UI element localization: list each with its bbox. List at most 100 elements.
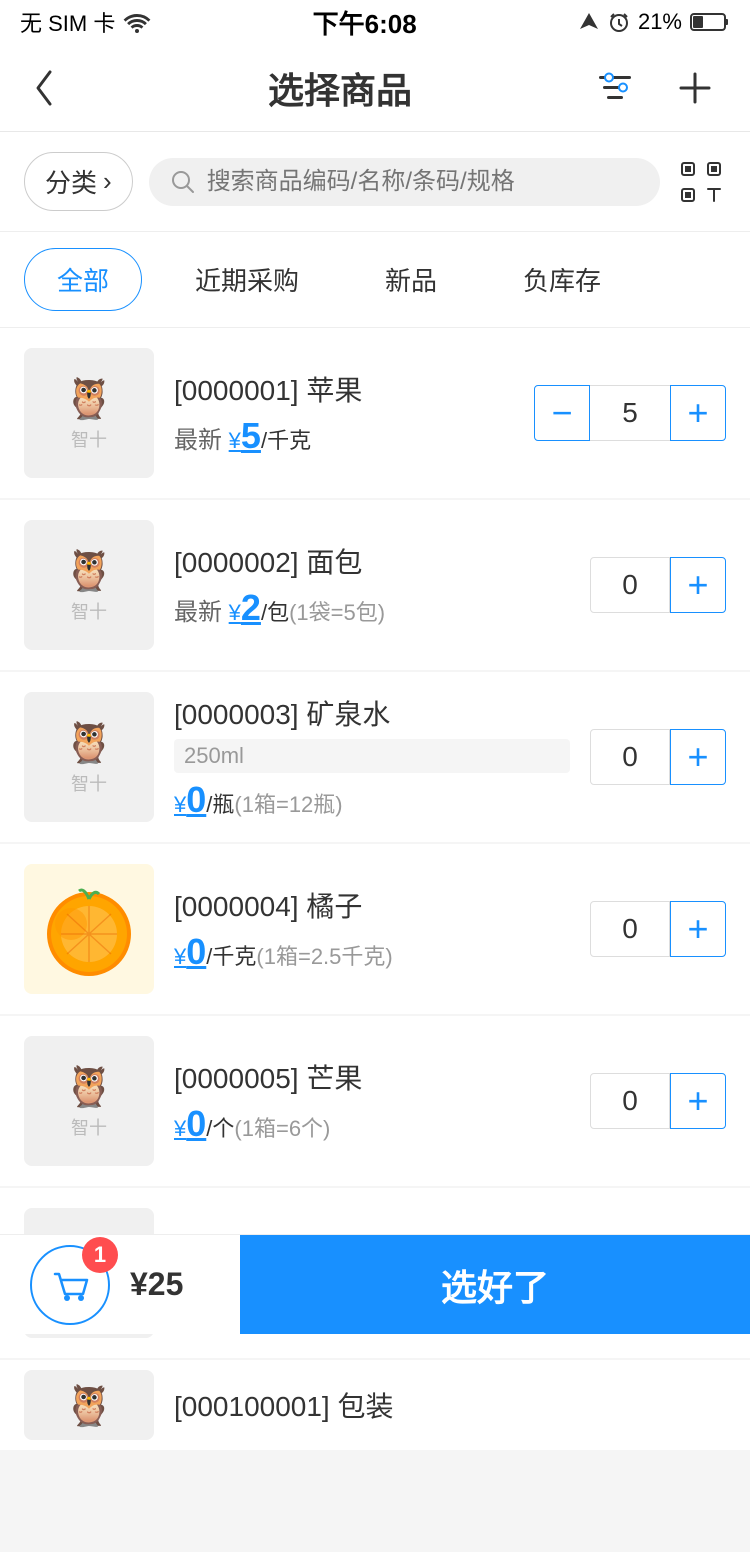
qty-input[interactable] bbox=[590, 901, 670, 957]
list-item: 🦉 智十 [0000005] 芒果 ¥0/个(1箱=6个) + bbox=[0, 1016, 750, 1186]
qty-input[interactable] bbox=[590, 385, 670, 441]
status-bar: 无 SIM 卡 下午6:08 21% bbox=[0, 0, 750, 44]
price-unit: /千克 bbox=[206, 944, 256, 969]
page-title: 选择商品 bbox=[268, 62, 412, 114]
category-button[interactable]: 分类 › bbox=[24, 152, 133, 211]
qty-control: + bbox=[590, 901, 726, 957]
back-button[interactable] bbox=[30, 58, 90, 118]
wifi-icon bbox=[123, 11, 151, 33]
cart-section: 1 ¥25 bbox=[0, 1245, 240, 1325]
qty-plus-button[interactable]: + bbox=[670, 557, 726, 613]
qty-input[interactable] bbox=[590, 729, 670, 785]
product-name: [0000002] 面包 bbox=[174, 541, 570, 581]
price-unit: /千克 bbox=[261, 428, 311, 453]
product-name: [0000004] 橘子 bbox=[174, 885, 570, 925]
owl-placeholder: 🦉 bbox=[64, 1382, 114, 1429]
battery-percent: 21% bbox=[638, 9, 682, 35]
tab-all[interactable]: 全部 bbox=[24, 248, 142, 311]
price-detail: (1箱=12瓶) bbox=[234, 792, 342, 817]
scan-button[interactable] bbox=[676, 157, 726, 207]
list-item: 🦉 智十 [0000001] 苹果 最新 ¥5/千克 − + bbox=[0, 328, 750, 498]
carrier-text: 无 SIM 卡 bbox=[20, 6, 115, 38]
list-item: 🦉 智十 [0000003] 矿泉水 250ml ¥0/瓶(1箱=12瓶) + bbox=[0, 672, 750, 842]
product-price: ¥0/瓶(1箱=12瓶) bbox=[174, 779, 570, 821]
price-unit: /包 bbox=[261, 600, 289, 625]
product-price: 最新 ¥2/包(1袋=5包) bbox=[174, 587, 570, 629]
product-image: 🦉 智十 bbox=[24, 520, 154, 650]
cart-icon bbox=[47, 1262, 93, 1308]
nav-bar: 选择商品 bbox=[0, 44, 750, 132]
price-detail: (1箱=2.5千克) bbox=[256, 944, 392, 969]
price-num: 0 bbox=[186, 931, 206, 972]
price-currency: ¥ bbox=[174, 792, 186, 817]
list-item: 🦉 智十 [0000002] 面包 最新 ¥2/包(1袋=5包) + bbox=[0, 500, 750, 670]
qty-minus-button[interactable]: − bbox=[534, 385, 590, 441]
nav-actions bbox=[590, 63, 720, 113]
qty-plus-button[interactable]: + bbox=[670, 385, 726, 441]
tab-negative[interactable]: 负库存 bbox=[490, 248, 634, 311]
qty-control: + bbox=[590, 557, 726, 613]
alarm-icon bbox=[608, 11, 630, 33]
status-right: 21% bbox=[578, 9, 730, 35]
price-num: 0 bbox=[186, 779, 206, 820]
price-label: 最新 bbox=[174, 599, 222, 626]
product-name: [0000005] 芒果 bbox=[174, 1057, 570, 1097]
category-label: 分类 bbox=[45, 163, 97, 200]
tab-new[interactable]: 新品 bbox=[352, 248, 470, 311]
list-item: 🦉 [000100001] 包装 bbox=[0, 1360, 750, 1450]
price-detail: (1箱=6个) bbox=[234, 1116, 330, 1141]
add-button[interactable] bbox=[670, 63, 720, 113]
owl-placeholder: 🦉 智十 bbox=[64, 1063, 114, 1140]
price-num: 0 bbox=[186, 1103, 206, 1144]
price-num: 5 bbox=[241, 415, 261, 456]
qty-plus-button[interactable]: + bbox=[670, 1073, 726, 1129]
search-input[interactable] bbox=[207, 168, 640, 196]
search-bar: 分类 › bbox=[0, 132, 750, 232]
orange-fruit-image bbox=[29, 869, 149, 989]
filter-button[interactable] bbox=[590, 63, 640, 113]
bottom-bar: 1 ¥25 选好了 bbox=[0, 1234, 750, 1334]
owl-placeholder: 🦉 智十 bbox=[64, 547, 114, 624]
cart-badge: 1 bbox=[82, 1237, 118, 1273]
product-price: ¥0/千克(1箱=2.5千克) bbox=[174, 931, 570, 973]
status-carrier: 无 SIM 卡 bbox=[20, 6, 151, 38]
qty-control: + bbox=[590, 729, 726, 785]
filter-tabs: 全部 近期采购 新品 负库存 bbox=[0, 232, 750, 328]
owl-placeholder: 🦉 智十 bbox=[64, 719, 114, 796]
product-info: [0000003] 矿泉水 250ml ¥0/瓶(1箱=12瓶) bbox=[174, 693, 570, 821]
qty-plus-button[interactable]: + bbox=[670, 901, 726, 957]
price-currency: ¥ bbox=[174, 944, 186, 969]
confirm-button[interactable]: 选好了 bbox=[240, 1235, 750, 1334]
product-info: [0000001] 苹果 最新 ¥5/千克 bbox=[174, 369, 514, 457]
price-num: 2 bbox=[241, 587, 261, 628]
price-currency: ¥ bbox=[229, 428, 241, 453]
qty-input[interactable] bbox=[590, 1073, 670, 1129]
qty-plus-button[interactable]: + bbox=[670, 729, 726, 785]
product-info: [0000002] 面包 最新 ¥2/包(1袋=5包) bbox=[174, 541, 570, 629]
cart-icon-button[interactable]: 1 bbox=[30, 1245, 110, 1325]
product-info: [000100001] 包装 bbox=[174, 1385, 726, 1425]
price-currency: ¥ bbox=[229, 600, 241, 625]
qty-input[interactable] bbox=[590, 557, 670, 613]
product-info: [0000004] 橘子 ¥0/千克(1箱=2.5千克) bbox=[174, 885, 570, 973]
owl-placeholder: 🦉 智十 bbox=[64, 375, 114, 452]
qty-control: + bbox=[590, 1073, 726, 1129]
product-name: [0000003] 矿泉水 bbox=[174, 693, 570, 733]
product-image: 🦉 智十 bbox=[24, 348, 154, 478]
product-image: 🦉 智十 bbox=[24, 1036, 154, 1166]
product-spec: 250ml bbox=[174, 739, 570, 773]
location-icon bbox=[578, 11, 600, 33]
battery-icon bbox=[690, 11, 730, 33]
product-price: ¥0/个(1箱=6个) bbox=[174, 1103, 570, 1145]
price-unit: /瓶 bbox=[206, 792, 234, 817]
list-item: [0000004] 橘子 ¥0/千克(1箱=2.5千克) + bbox=[0, 844, 750, 1014]
product-name: [0000001] 苹果 bbox=[174, 369, 514, 409]
product-image: 🦉 bbox=[24, 1370, 154, 1440]
search-input-wrap[interactable] bbox=[149, 158, 660, 206]
tab-recent[interactable]: 近期采购 bbox=[162, 248, 332, 311]
category-chevron: › bbox=[103, 166, 112, 197]
search-icon bbox=[169, 168, 197, 196]
price-currency: ¥ bbox=[174, 1116, 186, 1141]
product-list: 🦉 智十 [0000001] 苹果 最新 ¥5/千克 − + 🦉 智十 [000… bbox=[0, 328, 750, 1552]
product-name: [000100001] 包装 bbox=[174, 1385, 726, 1425]
